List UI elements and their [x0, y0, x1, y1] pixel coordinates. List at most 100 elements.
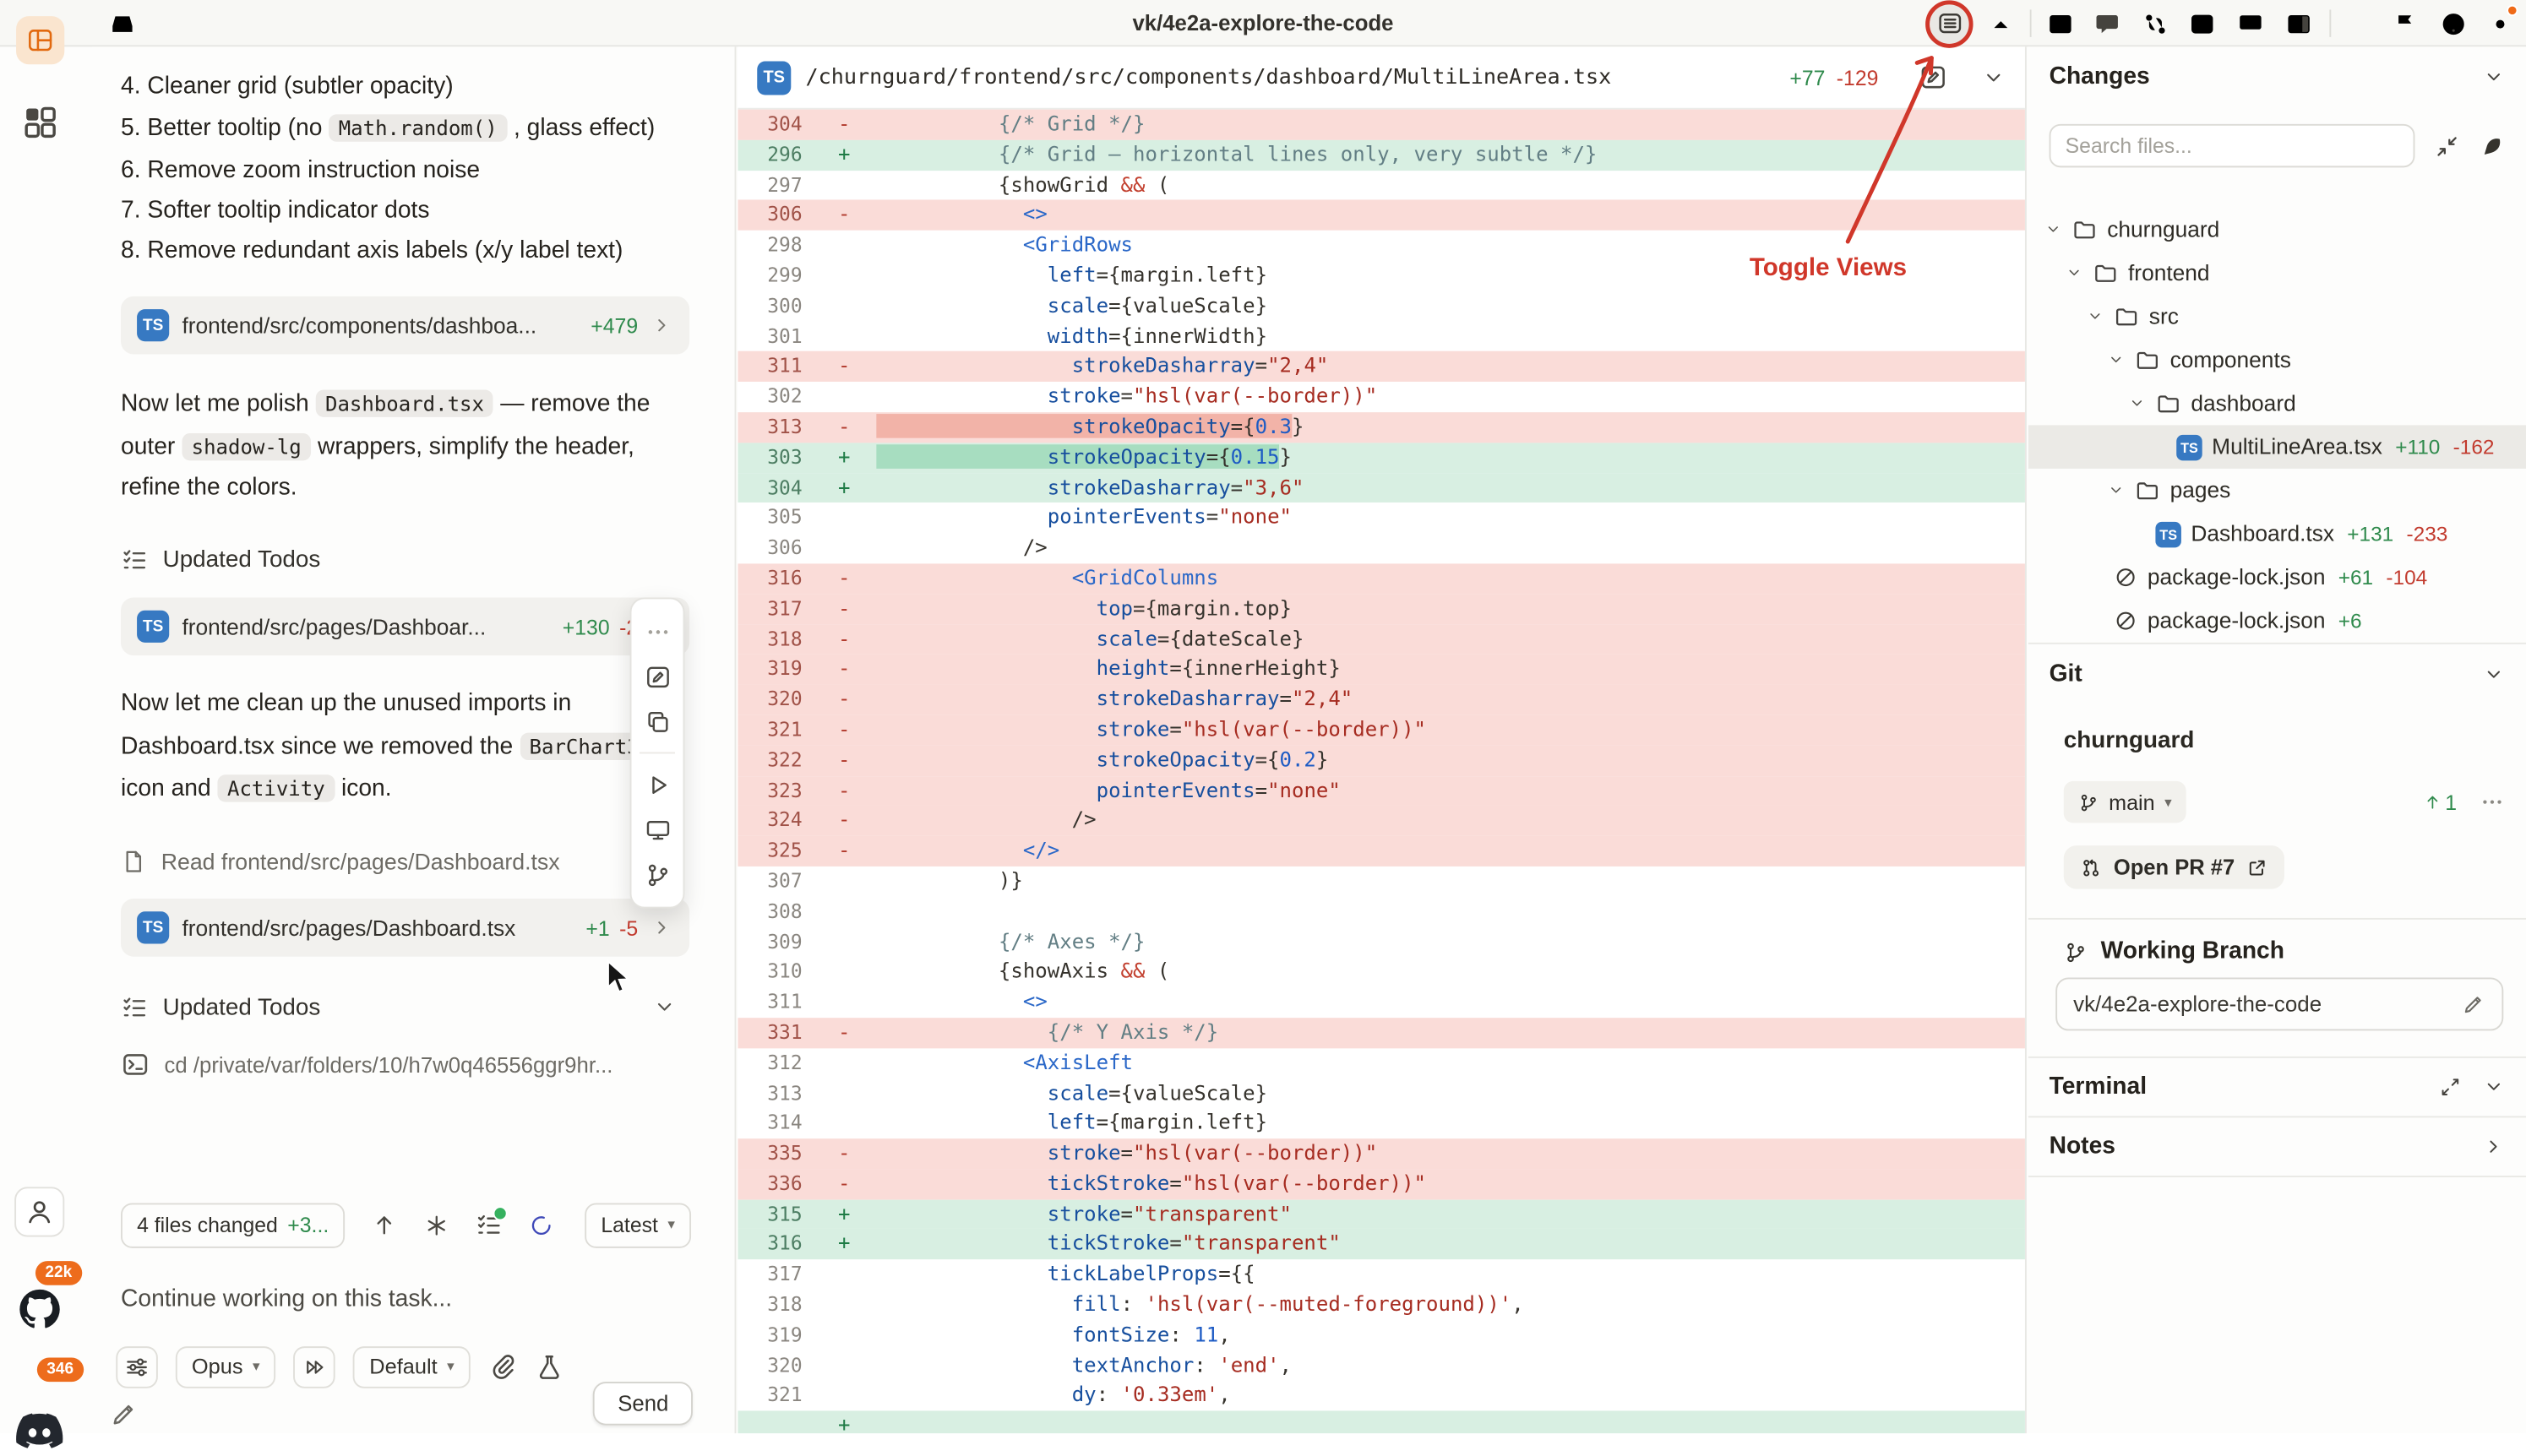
- help-icon[interactable]: [2439, 8, 2468, 37]
- more-options-icon[interactable]: [2480, 789, 2506, 815]
- send-button[interactable]: Send: [594, 1381, 693, 1424]
- edit-branch-icon[interactable]: [2462, 992, 2486, 1017]
- diff-stats: +130-2: [563, 615, 638, 639]
- folder-icon: [2093, 260, 2119, 286]
- file-chip-label: frontend/src/pages/Dashboard.tsx: [182, 916, 515, 941]
- diff-line: 303+ strokeOpacity={0.15}: [738, 443, 2025, 473]
- scroll-top-icon[interactable]: [371, 1211, 398, 1238]
- tree-item-dashboard[interactable]: dashboard: [2028, 382, 2526, 425]
- play-icon[interactable]: [644, 770, 671, 797]
- chevron-up-icon[interactable]: [1986, 8, 2015, 37]
- flag-icon[interactable]: [2391, 8, 2420, 37]
- todos-icon[interactable]: [476, 1211, 503, 1238]
- tree-item-package-lock-json[interactable]: package-lock.json+61-104: [2028, 556, 2526, 599]
- git-section-header[interactable]: Git: [2028, 644, 2526, 705]
- commits-ahead-badge: 1: [2423, 790, 2457, 814]
- menu-icon[interactable]: [2344, 8, 2373, 37]
- diff-line: 319- height={innerHeight}: [738, 655, 2025, 685]
- feather-icon[interactable]: [2480, 133, 2506, 159]
- tree-item-label: pages: [2170, 478, 2231, 503]
- attachment-icon[interactable]: [488, 1352, 517, 1381]
- diff-added: +77: [1789, 65, 1825, 90]
- user-button[interactable]: [14, 1187, 64, 1236]
- chevron-down-icon: [2066, 264, 2083, 282]
- more-icon[interactable]: [644, 617, 671, 644]
- snapshot-icon[interactable]: [424, 1212, 450, 1238]
- terminal-section-header[interactable]: Terminal: [2028, 1058, 2526, 1116]
- file-diff-chip[interactable]: TSfrontend/src/components/dashboa...+479: [121, 297, 689, 356]
- git-branch-icon[interactable]: [644, 861, 671, 888]
- latest-dropdown[interactable]: Latest ▾: [585, 1203, 691, 1247]
- updated-todos[interactable]: Updated Todos: [121, 546, 689, 573]
- chevron-right-icon: [2483, 1135, 2506, 1158]
- composer-controls: Opus ▾ Default ▾: [116, 1345, 563, 1388]
- diff-line: 323- pointerEvents="none": [738, 775, 2025, 806]
- message-input[interactable]: Continue working on this task...: [121, 1286, 452, 1312]
- edit-diff-icon[interactable]: [644, 663, 671, 690]
- terminal-icon[interactable]: [2188, 8, 2217, 37]
- discord-icon[interactable]: [13, 1403, 66, 1456]
- chevron-down-icon[interactable]: [1981, 65, 2006, 90]
- tree-item-src[interactable]: src: [2028, 295, 2526, 338]
- search-files-input[interactable]: [2050, 124, 2415, 167]
- diff-line: 312 <AxisLeft: [738, 1048, 2025, 1078]
- panel-left-icon[interactable]: [2046, 8, 2075, 37]
- branch-name: main: [2109, 790, 2155, 814]
- git-compare-icon[interactable]: [2141, 8, 2169, 37]
- toggle-views-button[interactable]: [1930, 4, 1968, 43]
- panel-right-icon[interactable]: [2284, 8, 2313, 37]
- tree-item-label: churnguard: [2107, 217, 2219, 242]
- tree-item-frontend[interactable]: frontend: [2028, 251, 2526, 294]
- divider: [2028, 1176, 2526, 1177]
- diff-view-icon[interactable]: [1919, 62, 1947, 91]
- expand-icon[interactable]: [2439, 1076, 2462, 1099]
- collapse-tree-icon[interactable]: [2434, 133, 2460, 159]
- file-chip-label: frontend/src/components/dashboa...: [182, 314, 536, 339]
- monitor-icon[interactable]: [644, 816, 671, 843]
- fast-forward-button[interactable]: [294, 1345, 336, 1388]
- monitor-icon[interactable]: [2236, 8, 2265, 37]
- mode-dropdown[interactable]: Default ▾: [353, 1345, 471, 1388]
- diff-line: 317 tickLabelProps={{: [738, 1260, 2025, 1290]
- settings-sliders-button[interactable]: [116, 1345, 158, 1388]
- working-branch-title: Working Branch: [2101, 939, 2284, 965]
- tree-item-multilinearea-tsx[interactable]: TSMultiLineArea.tsx+110-162: [2028, 425, 2526, 468]
- tree-item-pages[interactable]: pages: [2028, 469, 2526, 512]
- apps-grid-icon[interactable]: [21, 103, 60, 142]
- file-diff-chip[interactable]: TSfrontend/src/pages/Dashboard.tsx+1-5: [121, 899, 689, 958]
- changes-section-header[interactable]: Changes: [2028, 46, 2526, 107]
- app-logo[interactable]: [16, 16, 64, 64]
- changes-title: Changes: [2050, 64, 2150, 90]
- updated-todos[interactable]: Updated Todos: [121, 994, 689, 1021]
- diff-line: 307 )}: [738, 867, 2025, 897]
- todos-label: Updated Todos: [163, 547, 321, 573]
- diff-line: 313 scale={valueScale}: [738, 1078, 2025, 1109]
- tree-item-churnguard[interactable]: churnguard: [2028, 208, 2526, 251]
- chevron-down-icon: [2483, 1076, 2506, 1099]
- notes-title: Notes: [2050, 1133, 2115, 1160]
- files-changed-chip[interactable]: 4 files changed +3...: [121, 1203, 345, 1247]
- chevron-down-icon: ▾: [253, 1360, 260, 1374]
- working-branch-input[interactable]: vk/4e2a-explore-the-code: [2055, 977, 2503, 1030]
- model-dropdown[interactable]: Opus ▾: [176, 1345, 276, 1388]
- terminal-command[interactable]: cd /private/var/folders/10/h7w0q46556ggr…: [121, 1051, 689, 1079]
- tree-item-dashboard-tsx[interactable]: TSDashboard.tsx+131-233: [2028, 512, 2526, 555]
- diff-line: 306- <>: [738, 200, 2025, 231]
- file-diff-chip[interactable]: TSfrontend/src/pages/Dashboar...+130-2: [121, 598, 689, 656]
- github-icon[interactable]: [14, 1284, 64, 1334]
- latest-label: Latest: [601, 1213, 658, 1237]
- folder-icon: [2114, 303, 2140, 329]
- discord-count-badge: 346: [37, 1358, 84, 1383]
- experiments-icon[interactable]: [535, 1352, 563, 1381]
- chevron-down-icon: [2044, 220, 2062, 238]
- chat-icon[interactable]: [2093, 8, 2121, 37]
- tree-item-package-lock-json[interactable]: package-lock.json+6: [2028, 599, 2526, 642]
- branch-dropdown[interactable]: main ▾: [2064, 781, 2186, 823]
- tool-call-read[interactable]: Read frontend/src/pages/Dashboard.tsx: [121, 849, 689, 875]
- notes-section-header[interactable]: Notes: [2028, 1117, 2526, 1176]
- tree-item-components[interactable]: components: [2028, 338, 2526, 381]
- copy-icon[interactable]: [644, 708, 671, 735]
- lockfile-icon: [2114, 565, 2138, 589]
- open-pr-button[interactable]: Open PR #7: [2064, 845, 2285, 888]
- files-changed-added: +3...: [287, 1213, 329, 1237]
